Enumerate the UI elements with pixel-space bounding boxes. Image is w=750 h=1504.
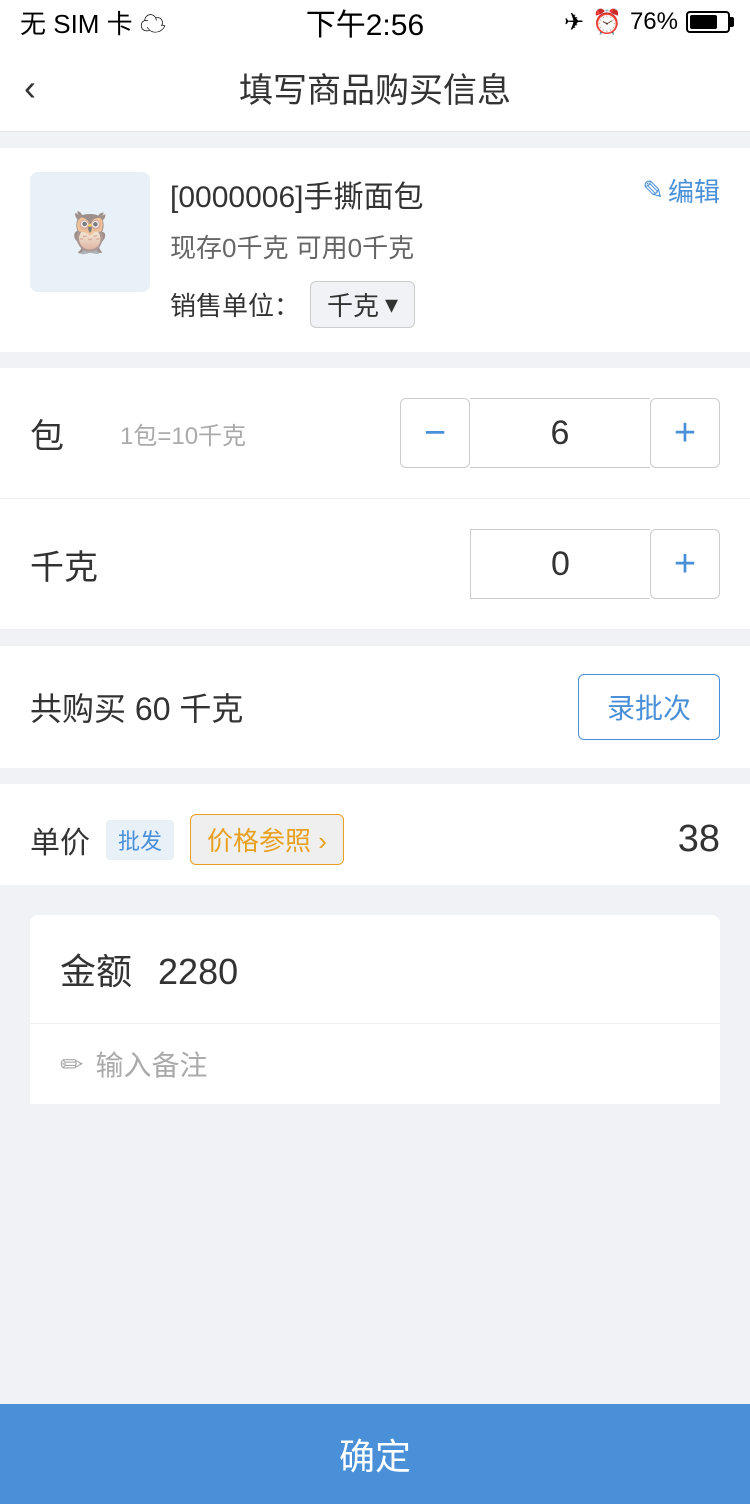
price-value: 38 xyxy=(678,818,720,861)
battery-icon xyxy=(686,11,730,33)
status-time: 下午2:56 xyxy=(306,0,424,44)
status-right: ✈ ⏰ 76% xyxy=(564,8,730,37)
batch-button[interactable]: 录批次 xyxy=(578,674,720,740)
product-card: 🦉 [0000006]手撕面包 ✎ 编辑 现存0千克 可用0千克 销售单位： 千… xyxy=(0,148,750,352)
note-placeholder[interactable]: 输入备注 xyxy=(95,1044,207,1084)
status-left: 无 SIM 卡 ☁ xyxy=(20,4,166,41)
note-row: ✏ 输入备注 xyxy=(30,1023,720,1104)
page-title: 填写商品购买信息 xyxy=(239,63,511,112)
empty-area xyxy=(0,1104,750,1404)
product-stock: 现存0千克 可用0千克 xyxy=(170,228,720,265)
bag-increment-button[interactable]: + xyxy=(650,398,720,468)
price-section: 单价 批发 价格参照 › 38 xyxy=(0,784,750,885)
kg-label: 千克 xyxy=(30,540,110,589)
unit-select[interactable]: 千克 ▾ xyxy=(310,281,415,328)
sim-label: 无 SIM 卡 ☁ xyxy=(20,4,166,41)
confirm-button[interactable]: 确定 xyxy=(0,1404,750,1504)
product-name-row: [0000006]手撕面包 ✎ 编辑 xyxy=(170,172,720,216)
unit-label: 销售单位： xyxy=(170,286,300,323)
kg-input[interactable] xyxy=(470,529,650,599)
product-unit-row: 销售单位： 千克 ▾ xyxy=(170,281,720,328)
alarm-icon: ⏰ xyxy=(592,8,622,37)
product-image: 🦉 xyxy=(30,172,150,292)
kg-quantity-row: 千克 + xyxy=(0,499,750,630)
chevron-down-icon: ▾ xyxy=(385,289,398,320)
quantity-section: 包 1包=10千克 − + 千克 + xyxy=(0,368,750,630)
amount-text: 金额 2280 xyxy=(60,951,238,992)
price-row: 单价 批发 价格参照 › 38 xyxy=(30,814,720,865)
price-label: 单价 xyxy=(30,818,90,862)
bag-controls: − + xyxy=(400,398,720,468)
amount-label: 金额 xyxy=(60,951,132,992)
bag-hint: 1包=10千克 xyxy=(120,416,400,451)
amount-section: 金额 2280 ✏ 输入备注 xyxy=(0,885,750,1104)
price-badge: 批发 xyxy=(106,820,174,860)
amount-row: 金额 2280 xyxy=(30,915,720,1023)
summary-row: 共购买 60 千克 录批次 xyxy=(0,646,750,768)
nav-bar: ‹ 填写商品购买信息 xyxy=(0,44,750,132)
status-bar: 无 SIM 卡 ☁ 下午2:56 ✈ ⏰ 76% xyxy=(0,0,750,44)
bag-label: 包 xyxy=(30,409,110,458)
pencil-icon: ✏ xyxy=(60,1048,83,1081)
price-ref-button[interactable]: 价格参照 › xyxy=(190,814,344,865)
kg-increment-button[interactable]: + xyxy=(650,529,720,599)
battery-percent: 76% xyxy=(630,8,678,36)
product-name: [0000006]手撕面包 xyxy=(170,172,423,216)
back-button[interactable]: ‹ xyxy=(24,67,36,109)
edit-button[interactable]: ✎ 编辑 xyxy=(642,172,720,209)
kg-controls: + xyxy=(470,529,720,599)
unit-value: 千克 xyxy=(327,286,379,323)
amount-value: 2280 xyxy=(158,951,238,992)
bag-input[interactable] xyxy=(470,398,650,468)
edit-icon: ✎ xyxy=(642,175,664,206)
bag-quantity-row: 包 1包=10千克 − + xyxy=(0,368,750,499)
location-icon: ✈ xyxy=(564,8,584,37)
summary-text: 共购买 60 千克 xyxy=(30,684,243,730)
bag-decrement-button[interactable]: − xyxy=(400,398,470,468)
product-info: [0000006]手撕面包 ✎ 编辑 现存0千克 可用0千克 销售单位： 千克 … xyxy=(170,172,720,328)
product-logo-icon: 🦉 xyxy=(65,209,115,256)
